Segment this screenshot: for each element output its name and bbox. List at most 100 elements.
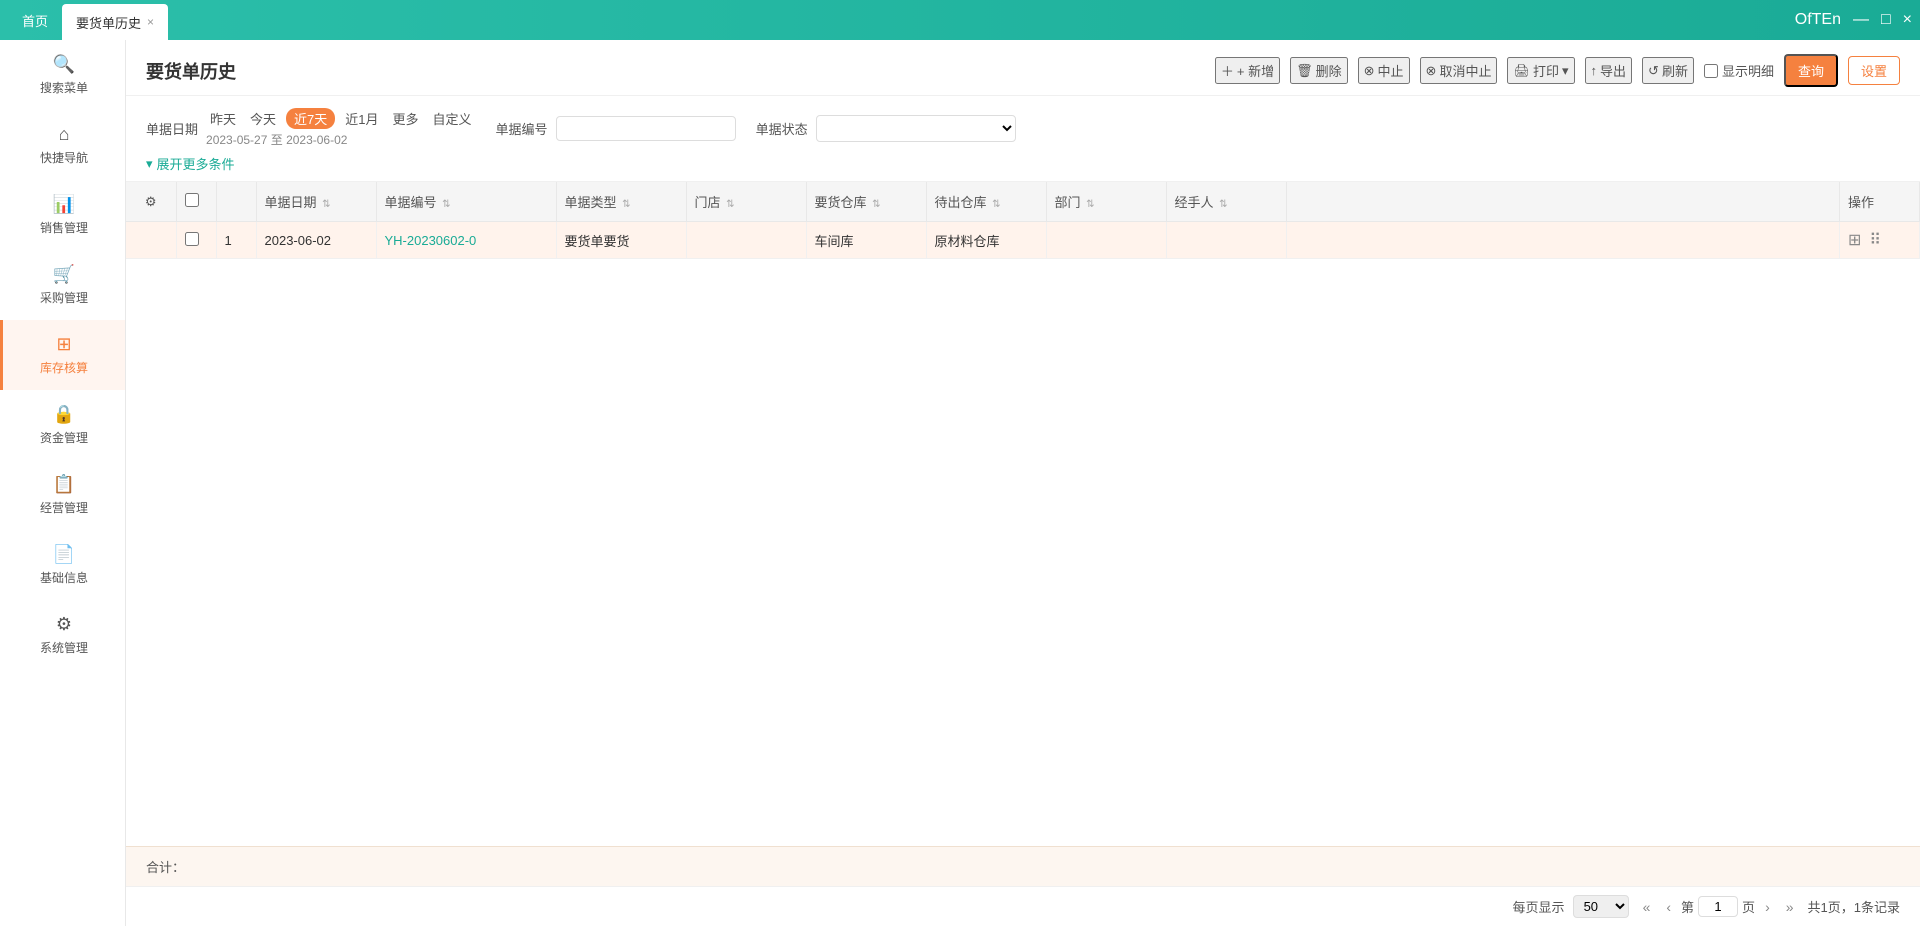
settings-button[interactable]: 设置 xyxy=(1848,56,1900,85)
sort-dept-icon: ⇅ xyxy=(1086,199,1094,210)
date-shortcut-custom[interactable]: 自定义 xyxy=(429,108,476,129)
refresh-button[interactable]: ↺ 刷新 xyxy=(1642,57,1694,84)
td-dept xyxy=(1046,222,1166,259)
page-header: 要货单历史 ＋ + 新增 🗑 删除 ⊗ 中止 ⊗ 取消中止 xyxy=(126,40,1920,96)
sidebar-item-finance-mgmt[interactable]: 🔒 资金管理 xyxy=(0,390,125,460)
table-row: 1 2023-06-02 YH-20230602-0 要货单要货 车间库 原材料… xyxy=(126,222,1920,259)
td-req-warehouse: 车间库 xyxy=(806,222,926,259)
th-handler[interactable]: 经手人 ⇅ xyxy=(1166,182,1286,222)
add-button[interactable]: ＋ + 新增 xyxy=(1215,57,1280,84)
th-gear[interactable]: ⚙ xyxy=(126,182,176,222)
th-order-no[interactable]: 单据编号 ⇅ xyxy=(376,182,556,222)
search-menu-icon: 🔍 xyxy=(53,54,75,75)
order-no-filter-group: 单据编号 xyxy=(496,116,736,141)
quick-nav-icon: ⌂ xyxy=(59,124,70,145)
close-window-icon[interactable]: × xyxy=(1903,11,1912,29)
select-all-checkbox[interactable] xyxy=(185,193,199,207)
first-page-btn[interactable]: « xyxy=(1637,897,1657,917)
sidebar-item-quick-nav[interactable]: ⌂ 快捷导航 xyxy=(0,110,125,180)
display-detail-toggle[interactable]: 显示明细 xyxy=(1704,61,1774,80)
sort-order-type-icon: ⇅ xyxy=(622,199,630,210)
date-shortcuts: 昨天 今天 近7天 近1月 更多 自定义 2023-05-27 至 2023-0… xyxy=(206,108,476,148)
stop-button[interactable]: ⊗ 中止 xyxy=(1358,57,1410,84)
sidebar-item-inventory[interactable]: ⊞ 库存核算 xyxy=(0,320,125,390)
sort-order-no-icon: ⇅ xyxy=(442,199,450,210)
print-button[interactable]: 🖨 打印 ▾ xyxy=(1507,57,1574,84)
sort-store-icon: ⇅ xyxy=(726,199,734,210)
close-tab-icon[interactable]: × xyxy=(147,15,154,29)
query-button[interactable]: 查询 xyxy=(1784,54,1838,87)
th-order-type[interactable]: 单据类型 ⇅ xyxy=(556,182,686,222)
date-shortcut-1month[interactable]: 近1月 xyxy=(341,108,382,129)
sidebar-item-sales-mgmt[interactable]: 📊 销售管理 xyxy=(0,180,125,250)
sort-date-icon: ⇅ xyxy=(322,199,330,210)
td-store xyxy=(686,222,806,259)
sidebar-item-purchase-mgmt[interactable]: 🛒 采购管理 xyxy=(0,250,125,320)
date-shortcut-yesterday[interactable]: 昨天 xyxy=(206,108,240,129)
row-more-icon[interactable]: ⠿ xyxy=(1869,230,1881,250)
th-req-warehouse-label: 要货仓库 xyxy=(815,195,867,210)
main-layout: 🔍 搜索菜单 ⌂ 快捷导航 📊 销售管理 🛒 采购管理 ⊞ 库存核算 🔒 资金管… xyxy=(0,40,1920,926)
sidebar-item-basic-info[interactable]: 📄 基础信息 xyxy=(0,530,125,600)
th-pending-warehouse[interactable]: 待出仓库 ⇅ xyxy=(926,182,1046,222)
ops-mgmt-icon: 📋 xyxy=(53,474,75,495)
toolbar: ＋ + 新增 🗑 删除 ⊗ 中止 ⊗ 取消中止 🖨 打印 xyxy=(1215,54,1900,87)
pagination: 每页显示 50 10 20 100 « ‹ 第 页 › » 共1页，1条记录 xyxy=(126,886,1920,926)
td-order-no: YH-20230602-0 xyxy=(376,222,556,259)
order-no-link[interactable]: YH-20230602-0 xyxy=(385,233,477,248)
table-header-row: ⚙ 单据日期 ⇅ 单据编号 ⇅ 单据类型 ⇅ xyxy=(126,182,1920,222)
display-detail-checkbox[interactable] xyxy=(1704,64,1718,78)
next-page-btn[interactable]: › xyxy=(1759,897,1776,917)
last-page-btn[interactable]: » xyxy=(1780,897,1800,917)
per-page-select[interactable]: 50 10 20 100 xyxy=(1573,895,1629,918)
date-shortcut-7days[interactable]: 近7天 xyxy=(286,108,335,129)
print-icon: 🖨 xyxy=(1513,63,1530,79)
th-req-warehouse[interactable]: 要货仓库 ⇅ xyxy=(806,182,926,222)
th-order-no-label: 单据编号 xyxy=(385,195,437,210)
page-label: 第 xyxy=(1681,897,1694,916)
th-store[interactable]: 门店 ⇅ xyxy=(686,182,806,222)
th-dept-label: 部门 xyxy=(1055,195,1081,210)
date-shortcut-more[interactable]: 更多 xyxy=(389,108,423,129)
th-dept[interactable]: 部门 ⇅ xyxy=(1046,182,1166,222)
data-table: ⚙ 单据日期 ⇅ 单据编号 ⇅ 单据类型 ⇅ xyxy=(126,182,1920,259)
expand-more-btn[interactable]: ▾ 展开更多条件 xyxy=(146,154,1900,173)
th-date[interactable]: 单据日期 ⇅ xyxy=(256,182,376,222)
td-handler xyxy=(1166,222,1286,259)
sort-handler-icon: ⇅ xyxy=(1219,199,1227,210)
sidebar-item-sys-mgmt[interactable]: ⚙ 系统管理 xyxy=(0,600,125,670)
export-button[interactable]: ↑ 导出 xyxy=(1585,57,1633,84)
filter-area: 单据日期 昨天 今天 近7天 近1月 更多 自定义 2023-05-27 至 2… xyxy=(126,96,1920,182)
maximize-icon[interactable]: □ xyxy=(1881,11,1891,29)
row-edit-icon[interactable]: ⊞ xyxy=(1848,230,1861,250)
order-no-input[interactable] xyxy=(556,116,736,141)
td-remark xyxy=(1286,222,1840,259)
th-remark xyxy=(1286,182,1840,222)
tab-order-history[interactable]: 要货单历史 × xyxy=(62,4,168,40)
footer-summary: 合计： xyxy=(126,846,1920,886)
status-filter-group: 单据状态 xyxy=(756,115,1016,142)
delete-button[interactable]: 🗑 删除 xyxy=(1290,57,1348,84)
minimize-icon[interactable]: — xyxy=(1853,11,1869,29)
td-no: 1 xyxy=(216,222,256,259)
row-checkbox[interactable] xyxy=(185,232,199,246)
date-shortcut-today[interactable]: 今天 xyxy=(246,108,280,129)
per-page-label: 每页显示 xyxy=(1513,897,1565,916)
page-title: 要货单历史 xyxy=(146,58,236,84)
finance-mgmt-icon: 🔒 xyxy=(53,404,75,425)
prev-page-btn[interactable]: ‹ xyxy=(1660,897,1677,917)
td-checkbox xyxy=(176,222,216,259)
pagination-nav: « ‹ 第 页 › » xyxy=(1637,896,1800,917)
sidebar-item-ops-mgmt[interactable]: 📋 经营管理 xyxy=(0,460,125,530)
top-bar: 首页 要货单历史 × OfTEn — □ × xyxy=(0,0,1920,40)
stop-icon: ⊗ xyxy=(1364,63,1375,79)
tab-home[interactable]: 首页 xyxy=(8,0,62,40)
row-action-group: ⊞ ⠿ xyxy=(1848,230,1911,250)
cancel-stop-button[interactable]: ⊗ 取消中止 xyxy=(1420,57,1498,84)
content-area: 要货单历史 ＋ + 新增 🗑 删除 ⊗ 中止 ⊗ 取消中止 xyxy=(126,40,1920,926)
status-select[interactable] xyxy=(816,115,1016,142)
page-input[interactable] xyxy=(1698,896,1738,917)
sales-mgmt-icon: 📊 xyxy=(53,194,75,215)
sidebar-item-search-menu[interactable]: 🔍 搜索菜单 xyxy=(0,40,125,110)
td-action: ⊞ ⠿ xyxy=(1840,222,1920,259)
